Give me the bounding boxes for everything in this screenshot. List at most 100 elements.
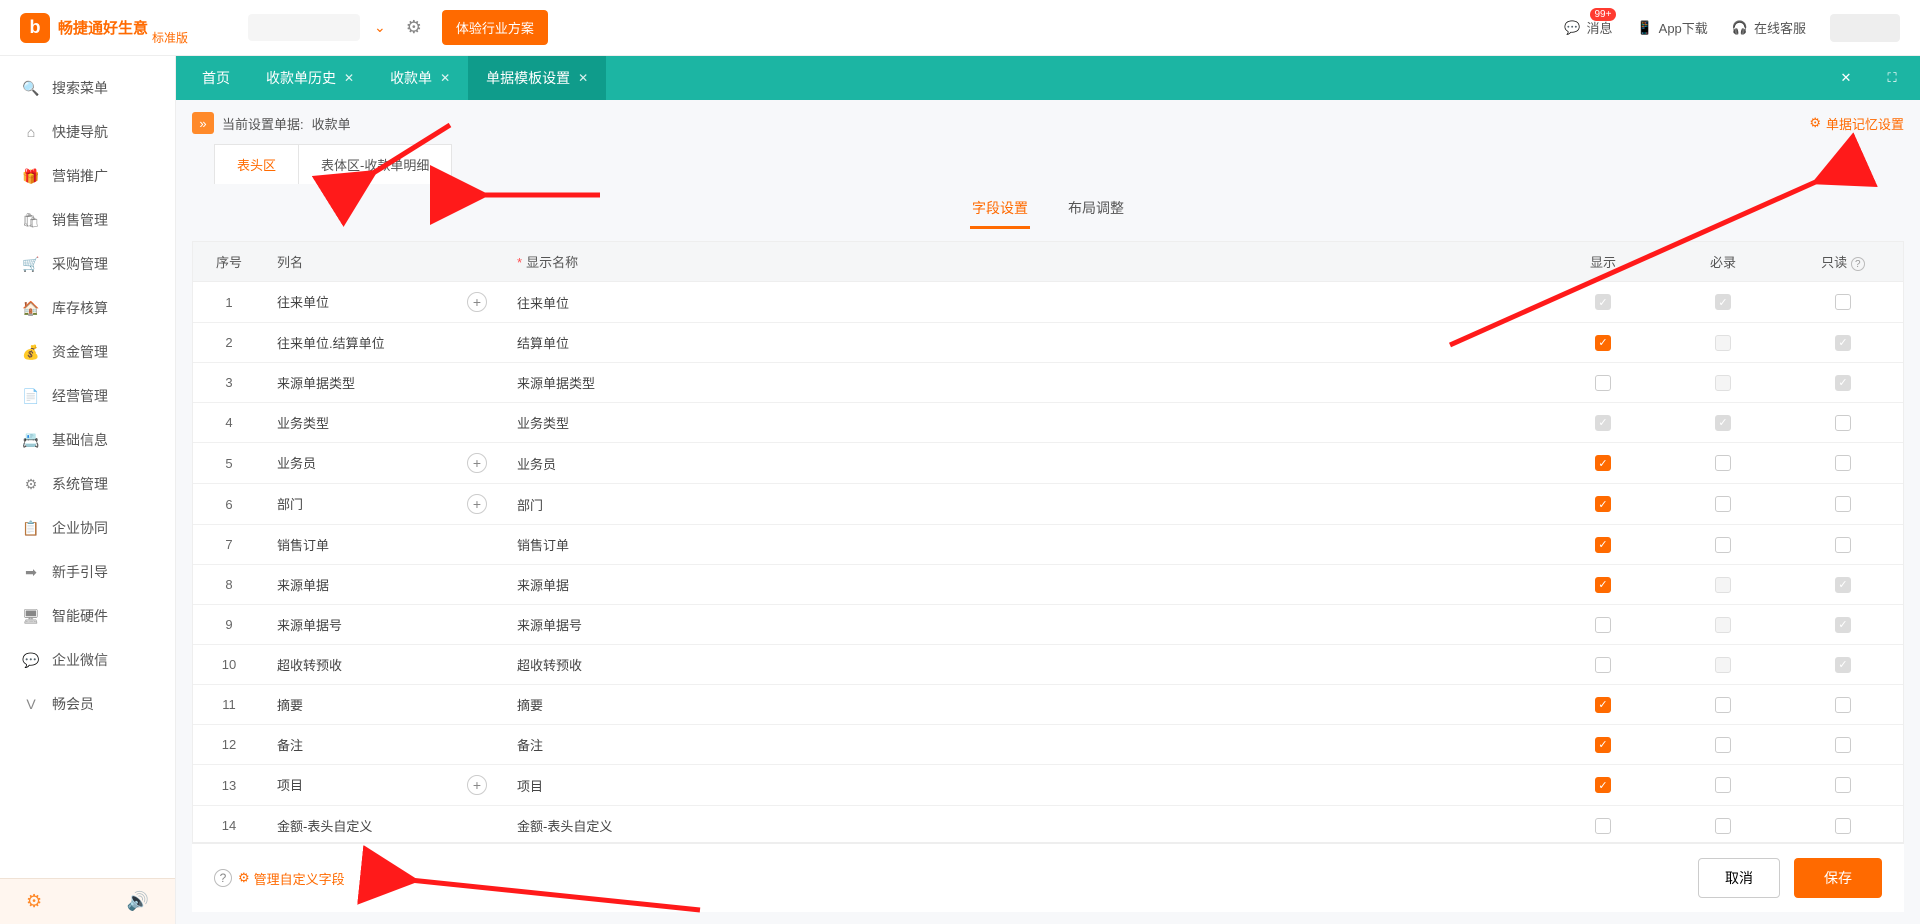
cell-seq: 4 — [193, 403, 265, 443]
sidebar-item[interactable]: V畅会员 — [0, 682, 175, 726]
add-icon[interactable]: + — [467, 453, 487, 473]
sidebar-item[interactable]: 📄经营管理 — [0, 374, 175, 418]
collapse-toggle-icon[interactable]: » — [192, 112, 214, 134]
checkbox[interactable] — [1595, 818, 1611, 834]
sidebar-item[interactable]: 🎁营销推广 — [0, 154, 175, 198]
checkbox[interactable]: ✓ — [1595, 496, 1611, 512]
cell-display-name[interactable]: 来源单据类型 — [505, 363, 1543, 403]
checkbox[interactable] — [1595, 657, 1611, 673]
cell-required — [1663, 363, 1783, 403]
sidebar-item[interactable]: ➡新手引导 — [0, 550, 175, 594]
checkbox[interactable]: ✓ — [1595, 777, 1611, 793]
save-button[interactable]: 保存 — [1794, 858, 1882, 898]
cell-display-name[interactable]: 备注 — [505, 725, 1543, 765]
tab-body-area[interactable]: 表体区-收款单明细 — [299, 144, 452, 184]
cell-display-name[interactable]: 业务类型 — [505, 403, 1543, 443]
cell-display-name[interactable]: 摘要 — [505, 685, 1543, 725]
cell-display-name[interactable]: 金额-表头自定义 — [505, 806, 1543, 844]
sidebar-item[interactable]: 🛒采购管理 — [0, 242, 175, 286]
checkbox[interactable]: ✓ — [1595, 737, 1611, 753]
fullscreen-icon[interactable]: ⛶ — [1874, 60, 1910, 96]
close-icon[interactable]: ✕ — [578, 71, 588, 85]
checkbox[interactable]: ✓ — [1595, 455, 1611, 471]
cell-name: 来源单据 — [265, 565, 505, 605]
sidebar-item[interactable]: 🛍销售管理 — [0, 198, 175, 242]
tab-layout-adjust[interactable]: 布局调整 — [1066, 190, 1126, 229]
sidebar-item[interactable]: 📋企业协同 — [0, 506, 175, 550]
checkbox[interactable] — [1835, 697, 1851, 713]
checkbox[interactable] — [1835, 818, 1851, 834]
checkbox[interactable] — [1715, 737, 1731, 753]
cell-display-name[interactable]: 销售订单 — [505, 525, 1543, 565]
checkbox[interactable] — [1595, 375, 1611, 391]
cell-display-name[interactable]: 来源单据号 — [505, 605, 1543, 645]
sidebar-item[interactable]: 🔍搜索菜单 — [0, 66, 175, 110]
checkbox[interactable] — [1595, 617, 1611, 633]
checkbox[interactable]: ✓ — [1595, 697, 1611, 713]
checkbox[interactable] — [1835, 496, 1851, 512]
checkbox[interactable] — [1835, 537, 1851, 553]
checkbox[interactable]: ✓ — [1595, 537, 1611, 553]
help-icon[interactable]: ? — [214, 869, 232, 887]
cell-display-name[interactable]: 往来单位 — [505, 282, 1543, 323]
gear-icon[interactable]: ⚙ — [406, 17, 422, 38]
checkbox[interactable] — [1835, 777, 1851, 793]
checkbox[interactable] — [1715, 537, 1731, 553]
sidebar-item[interactable]: ⚙系统管理 — [0, 462, 175, 506]
page-tab[interactable]: 收款单历史✕ — [248, 56, 372, 100]
topbar: b 畅捷通好生意 标准版 ⌄ ⚙ 体验行业方案 💬 消息 99+ 📱 App下载… — [0, 0, 1920, 56]
settings-icon[interactable]: ⚙ — [26, 891, 42, 912]
page-tab[interactable]: 单据模板设置✕ — [468, 56, 606, 100]
cell-display-name[interactable]: 来源单据 — [505, 565, 1543, 605]
checkbox[interactable] — [1715, 496, 1731, 512]
checkbox[interactable] — [1835, 455, 1851, 471]
logo-icon: b — [20, 13, 50, 43]
checkbox[interactable] — [1835, 737, 1851, 753]
checkbox[interactable]: ✓ — [1595, 577, 1611, 593]
messages-link[interactable]: 💬 消息 99+ — [1564, 18, 1612, 37]
app-download-link[interactable]: 📱 App下载 — [1636, 18, 1707, 37]
cell-display-name[interactable]: 结算单位 — [505, 323, 1543, 363]
customer-service-link[interactable]: 🎧 在线客服 — [1732, 18, 1806, 37]
cell-display-name[interactable]: 超收转预收 — [505, 645, 1543, 685]
add-icon[interactable]: + — [467, 292, 487, 312]
sidebar-item[interactable]: ⌂快捷导航 — [0, 110, 175, 154]
page-tab[interactable]: 首页 — [184, 56, 248, 100]
cancel-button[interactable]: 取消 — [1698, 858, 1780, 898]
checkbox[interactable] — [1715, 455, 1731, 471]
user-avatar[interactable] — [1830, 14, 1900, 42]
sidebar-item[interactable]: 🖥智能硬件 — [0, 594, 175, 638]
content: » 当前设置单据: 收款单 ⚙ 单据记忆设置 表头区 表体区-收款单明细 字段设… — [176, 100, 1920, 924]
sound-icon[interactable]: 🔊 — [127, 891, 149, 912]
sidebar-item[interactable]: 📇基础信息 — [0, 418, 175, 462]
close-all-icon[interactable]: ✕ — [1828, 60, 1864, 96]
tenant-select[interactable]: ⌄ — [248, 14, 386, 41]
trial-button[interactable]: 体验行业方案 — [442, 10, 548, 45]
sidebar-item[interactable]: 💬企业微信 — [0, 638, 175, 682]
manage-custom-fields-link[interactable]: ⚙ 管理自定义字段 — [238, 869, 345, 888]
help-icon[interactable]: ? — [1851, 257, 1865, 271]
close-icon[interactable]: ✕ — [440, 71, 450, 85]
add-icon[interactable]: + — [467, 775, 487, 795]
checkbox[interactable] — [1835, 294, 1851, 310]
checkbox[interactable] — [1835, 415, 1851, 431]
cell-display-name[interactable]: 项目 — [505, 765, 1543, 806]
checkbox — [1715, 335, 1731, 351]
cell-display-name[interactable]: 部门 — [505, 484, 1543, 525]
cell-display-name[interactable]: 业务员 — [505, 443, 1543, 484]
tab-field-settings[interactable]: 字段设置 — [970, 190, 1030, 229]
sidebar-item[interactable]: 🏠库存核算 — [0, 286, 175, 330]
checkbox[interactable] — [1715, 777, 1731, 793]
checkbox[interactable] — [1715, 818, 1731, 834]
memory-settings-link[interactable]: ⚙ 单据记忆设置 — [1809, 114, 1904, 133]
sidebar-item[interactable]: 💰资金管理 — [0, 330, 175, 374]
checkbox[interactable] — [1715, 697, 1731, 713]
tab-header-area[interactable]: 表头区 — [214, 144, 299, 184]
page-tab[interactable]: 收款单✕ — [372, 56, 468, 100]
checkbox: ✓ — [1835, 577, 1851, 593]
add-icon[interactable]: + — [467, 494, 487, 514]
checkbox: ✓ — [1715, 415, 1731, 431]
close-icon[interactable]: ✕ — [344, 71, 354, 85]
checkbox[interactable]: ✓ — [1595, 335, 1611, 351]
cell-seq: 12 — [193, 725, 265, 765]
